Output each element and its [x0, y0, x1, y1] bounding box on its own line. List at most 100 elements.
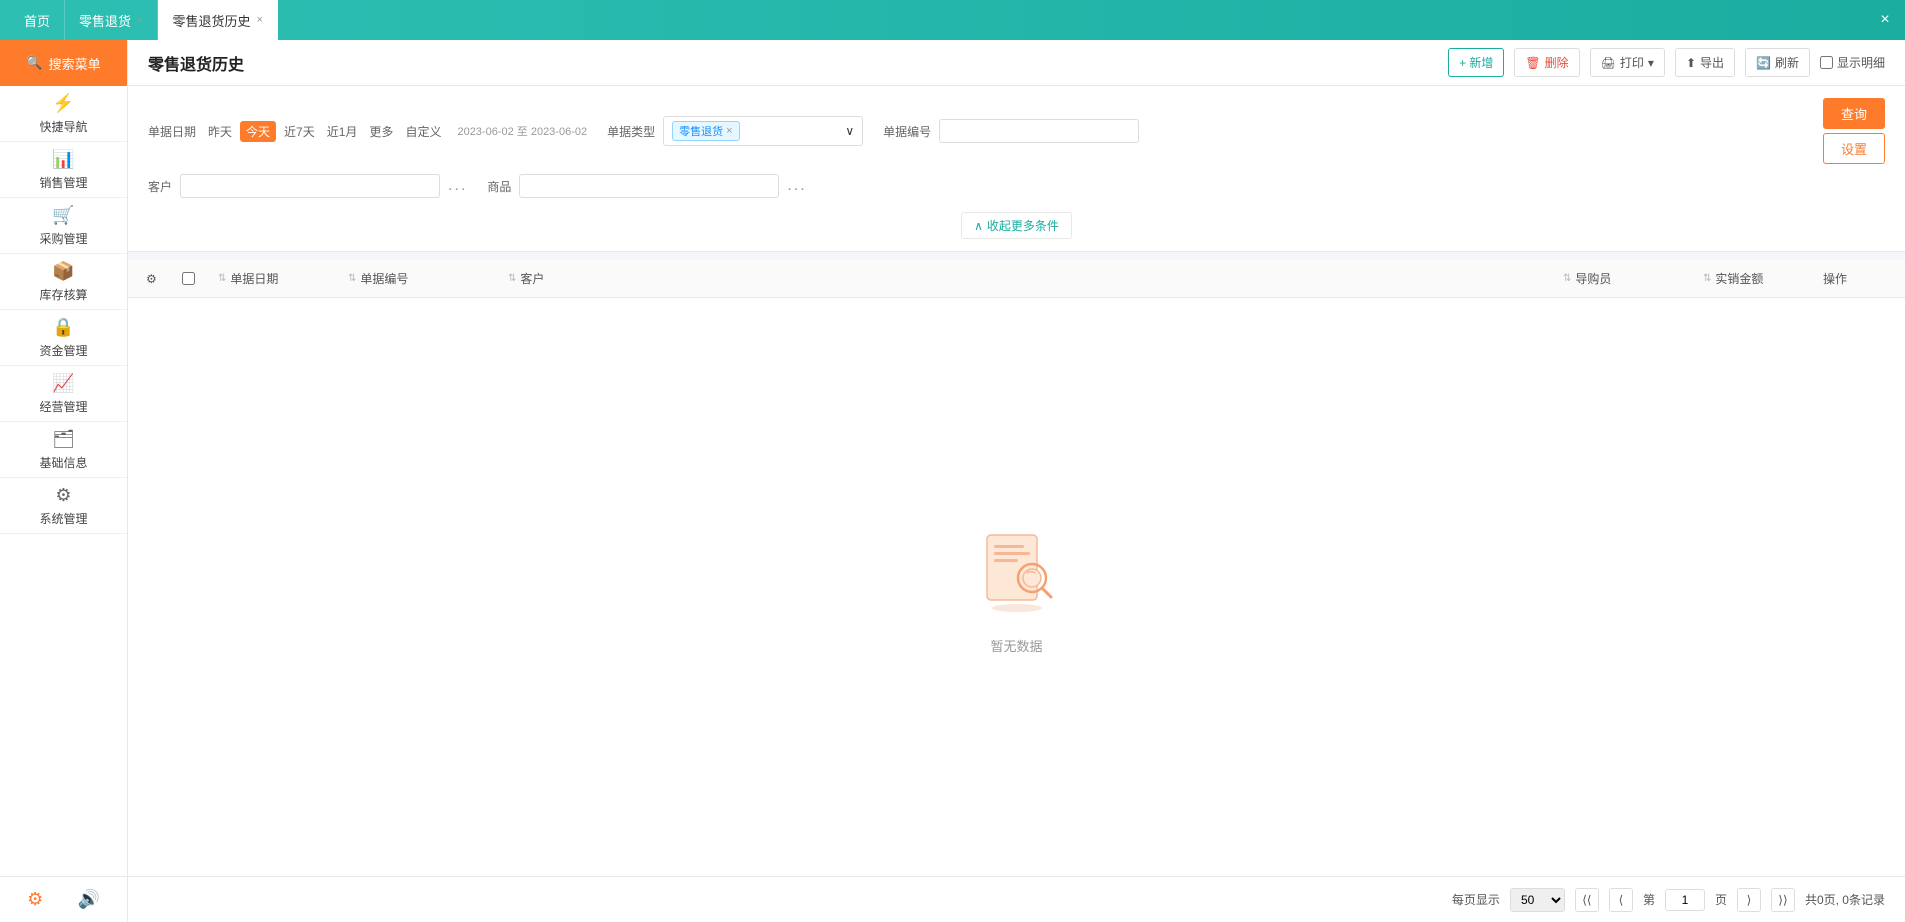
header-actions: + 新增 🗑 × 删除 🖨 打印 ▾ ⬆ 导出 🔄 刷新 显示明细: [1448, 48, 1885, 77]
bill-number-filter: 单据编号: [883, 119, 1139, 143]
date-btn-yesterday[interactable]: 昨天: [204, 121, 236, 142]
page-suffix-label: 页: [1715, 891, 1727, 908]
column-settings-icon[interactable]: ⚙: [146, 272, 157, 286]
main-content: 零售退货历史 + 新增 🗑 × 删除 🖨 打印 ▾ ⬆ 导出 🔄 刷新: [128, 40, 1905, 922]
customer-dots[interactable]: ...: [448, 177, 467, 195]
top-bar: 首页 零售退货 × 零售退货历史 × ×: [0, 0, 1905, 40]
export-icon: ⬆: [1686, 56, 1696, 70]
th-checkbox[interactable]: [174, 272, 210, 285]
collapse-filter-button[interactable]: ∧ 收起更多条件: [961, 212, 1072, 239]
sort-amount-icon[interactable]: ⇅: [1703, 273, 1711, 284]
total-records-text: 共0页, 0条记录: [1805, 891, 1885, 908]
sidebar-search[interactable]: 🔍 搜索菜单: [0, 40, 127, 86]
bill-type-tag: 零售退货 ×: [672, 121, 739, 141]
print-icon: 🖨: [1601, 56, 1616, 70]
next-page-button[interactable]: ⟩: [1737, 888, 1761, 912]
goods-input[interactable]: [519, 174, 779, 198]
delete-icon: 🗑: [1525, 56, 1540, 70]
export-button[interactable]: ⬆ 导出: [1675, 48, 1735, 77]
sort-guide-icon[interactable]: ⇅: [1563, 273, 1571, 284]
refresh-button[interactable]: 🔄 刷新: [1745, 48, 1810, 77]
sidebar-item-base-info[interactable]: 🗂 基础信息: [0, 422, 127, 478]
sidebar-item-purchase[interactable]: 🛒 采购管理: [0, 198, 127, 254]
search-icon: 🔍: [26, 55, 42, 71]
page-number-input[interactable]: [1665, 889, 1705, 911]
data-table: ⚙ ⇅ 单据日期 ⇅ 单据编号 ⇅ 客户 ⇅ 导购员 ⇅: [128, 260, 1905, 876]
prev-page-button[interactable]: ⟨: [1609, 888, 1633, 912]
bill-type-label: 单据类型: [607, 123, 655, 140]
th-amount: ⇅ 实销金额: [1695, 270, 1815, 287]
show-detail-checkbox-label[interactable]: 显示明细: [1820, 54, 1885, 71]
empty-text: 暂无数据: [990, 636, 1042, 655]
th-guide: ⇅ 导购员: [1555, 270, 1695, 287]
empty-illustration: [967, 520, 1067, 620]
sidebar-item-sales[interactable]: 📊 销售管理: [0, 142, 127, 198]
date-btn-7days[interactable]: 近7天: [280, 121, 319, 142]
pagination: 每页显示 50 100 200 ⟨⟨ ⟨ 第 页 ⟩ ⟩⟩ 共0页, 0条记录: [128, 876, 1905, 922]
system-icon: ⚙: [55, 485, 71, 506]
sort-num-icon[interactable]: ⇅: [348, 273, 356, 284]
filter-row-2: 客户 ... 商品 ...: [148, 174, 1885, 198]
date-btn-custom[interactable]: 自定义: [401, 121, 445, 142]
goods-filter: 商品 ...: [487, 174, 806, 198]
sort-date-icon[interactable]: ⇅: [218, 273, 226, 284]
operations-icon: 📈: [52, 373, 74, 394]
new-button[interactable]: + 新增: [1448, 48, 1504, 77]
date-filter: 单据日期 昨天 今天 近7天 近1月 更多 自定义 2023-06-02 至 2…: [148, 121, 587, 142]
sidebar-settings-icon[interactable]: ⚙: [27, 889, 43, 910]
last-page-button[interactable]: ⟩⟩: [1771, 888, 1795, 912]
tab-close-retail-return-history[interactable]: ×: [256, 14, 262, 26]
date-btn-today[interactable]: 今天: [240, 121, 276, 142]
filter-area: 单据日期 昨天 今天 近7天 近1月 更多 自定义 2023-06-02 至 2…: [128, 86, 1905, 252]
date-btn-1month[interactable]: 近1月: [323, 121, 362, 142]
show-detail-checkbox[interactable]: [1820, 56, 1833, 69]
sidebar: 🔍 搜索菜单 ⚡ 快捷导航 📊 销售管理 🛒 采购管理 📦 库存核算 🔒 资金管…: [0, 40, 128, 922]
tab-retail-return[interactable]: 零售退货 ×: [65, 0, 158, 40]
customer-label: 客户: [148, 178, 172, 195]
tab-home[interactable]: 首页: [10, 0, 65, 40]
base-info-icon: 🗂: [52, 429, 75, 450]
inventory-icon: 📦: [52, 261, 74, 282]
print-chevron-icon: ▾: [1648, 56, 1654, 70]
select-all-checkbox[interactable]: [182, 272, 195, 285]
refresh-icon: 🔄: [1756, 56, 1771, 70]
date-label: 单据日期: [148, 123, 196, 140]
delete-button[interactable]: 🗑 × 删除: [1514, 48, 1579, 77]
sidebar-item-inventory[interactable]: 📦 库存核算: [0, 254, 127, 310]
sidebar-sound-icon[interactable]: 🔊: [77, 889, 99, 910]
tab-retail-return-history[interactable]: 零售退货历史 ×: [158, 0, 277, 40]
bill-type-select[interactable]: 零售退货 × ∨: [663, 116, 863, 146]
sidebar-item-finance[interactable]: 🔒 资金管理: [0, 310, 127, 366]
page-header: 零售退货历史 + 新增 🗑 × 删除 🖨 打印 ▾ ⬆ 导出 🔄 刷新: [128, 40, 1905, 86]
table-header: ⚙ ⇅ 单据日期 ⇅ 单据编号 ⇅ 客户 ⇅ 导购员 ⇅: [128, 260, 1905, 298]
customer-input[interactable]: [180, 174, 440, 198]
bill-type-filter: 单据类型 零售退货 × ∨: [607, 116, 863, 146]
tab-close-retail-return[interactable]: ×: [137, 14, 143, 26]
th-settings[interactable]: ⚙: [138, 272, 174, 286]
bill-number-input[interactable]: [939, 119, 1139, 143]
query-button[interactable]: 查询: [1823, 98, 1885, 129]
goods-dots[interactable]: ...: [787, 177, 806, 195]
filter-row-1: 单据日期 昨天 今天 近7天 近1月 更多 自定义 2023-06-02 至 2…: [148, 98, 1885, 164]
bill-type-remove-icon[interactable]: ×: [726, 125, 732, 137]
quick-nav-icon: ⚡: [52, 93, 74, 114]
th-customer: ⇅ 客户: [500, 270, 1555, 287]
date-buttons: 昨天 今天 近7天 近1月 更多 自定义: [204, 121, 445, 142]
sidebar-bottom: ⚙ 🔊: [0, 876, 127, 922]
sidebar-item-system[interactable]: ⚙ 系统管理: [0, 478, 127, 534]
sidebar-item-operations[interactable]: 📈 经营管理: [0, 366, 127, 422]
th-date: ⇅ 单据日期: [210, 270, 340, 287]
page-title: 零售退货历史: [148, 51, 244, 75]
bill-number-label: 单据编号: [883, 123, 931, 140]
print-button[interactable]: 🖨 打印 ▾: [1590, 48, 1665, 77]
th-num: ⇅ 单据编号: [340, 270, 500, 287]
date-btn-more[interactable]: 更多: [365, 121, 397, 142]
date-range-text: 2023-06-02 至 2023-06-02: [457, 123, 587, 139]
window-close-button[interactable]: ×: [1865, 0, 1905, 40]
customer-filter: 客户 ...: [148, 174, 467, 198]
sort-customer-icon[interactable]: ⇅: [508, 273, 516, 284]
first-page-button[interactable]: ⟨⟨: [1575, 888, 1599, 912]
per-page-select[interactable]: 50 100 200: [1510, 888, 1565, 912]
sidebar-item-quick-nav[interactable]: ⚡ 快捷导航: [0, 86, 127, 142]
settings-button[interactable]: 设置: [1823, 133, 1885, 164]
